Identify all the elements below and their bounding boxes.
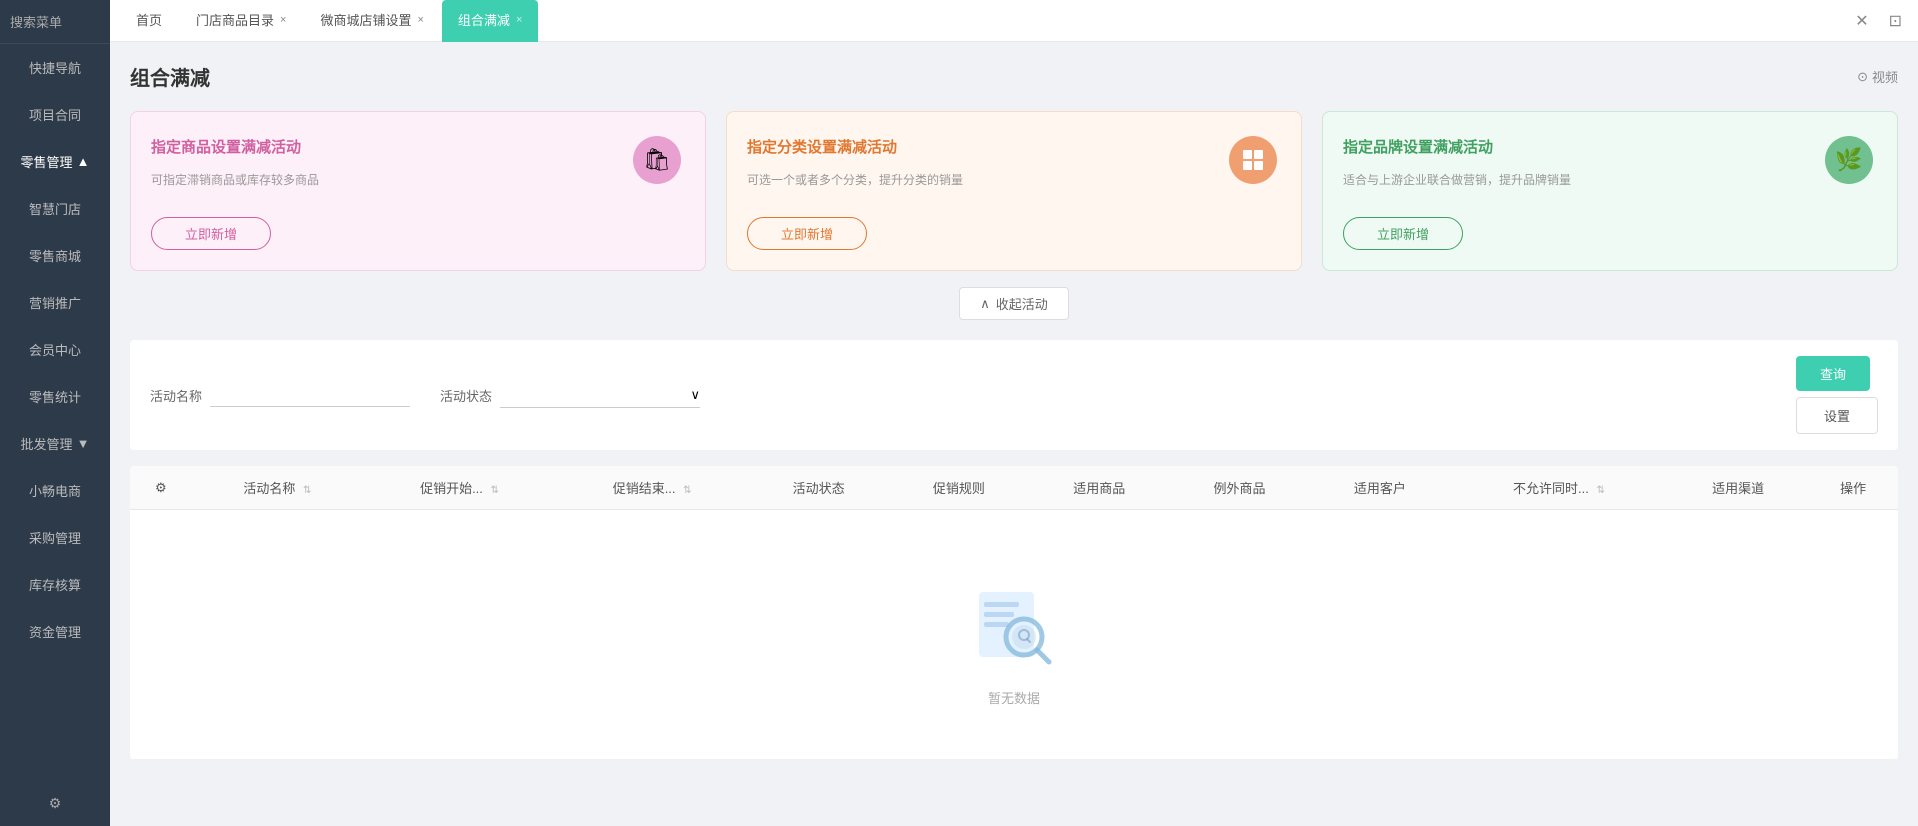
tab-actions: ✕ ⊡ — [1849, 9, 1908, 33]
tab-wechat-store-settings[interactable]: 微商城店铺设置 × — [304, 0, 439, 42]
empty-state: 暂无数据 — [140, 522, 1888, 747]
empty-state-image — [964, 582, 1064, 672]
filter-buttons: 查询 设置 — [1796, 356, 1878, 434]
tab-bar: 首页 门店商品目录 × 微商城店铺设置 × 组合满减 × ✕ ⊡ — [110, 0, 1918, 42]
promo-card-row: 🛍 指定商品设置满减活动 可指定滞销商品或库存较多商品 立即新增 指定分类设置满… — [130, 111, 1898, 271]
close-tab-wechat-store-settings[interactable]: × — [417, 14, 423, 26]
main-area: 首页 门店商品目录 × 微商城店铺设置 × 组合满减 × ✕ ⊡ 组合满减 ⊙ … — [110, 0, 1918, 826]
query-button[interactable]: 查询 — [1796, 356, 1870, 391]
category-card-icon — [1229, 136, 1277, 184]
sidebar-search[interactable]: 搜索菜单 — [0, 0, 110, 44]
product-promo-card: 🛍 指定商品设置满减活动 可指定滞销商品或库存较多商品 立即新增 — [130, 111, 706, 271]
page-title: 组合满减 — [130, 62, 210, 91]
gear-icon: ⚙ — [49, 795, 62, 811]
product-card-icon: 🛍 — [633, 136, 681, 184]
col-promo-rule: 促销规则 — [889, 466, 1029, 510]
col-promo-start[interactable]: 促销开始... ⇅ — [363, 466, 556, 510]
sidebar-item-inventory[interactable]: 库存核算 — [0, 561, 110, 608]
close-window-btn[interactable]: ✕ — [1849, 9, 1874, 33]
content-area: 组合满减 ⊙ 视频 🛍 指定商品设置满减活动 可指定滞销商品或库存较多商品 立即… — [110, 42, 1918, 826]
brand-card-icon: 🌿 — [1825, 136, 1873, 184]
table-header-row: ⚙ 活动名称 ⇅ 促销开始... ⇅ 促销结束... ⇅ — [130, 466, 1898, 510]
empty-text: 暂无数据 — [160, 688, 1868, 707]
brand-card-title: 指定品牌设置满减活动 — [1343, 136, 1877, 157]
table-body: 暂无数据 — [130, 510, 1898, 760]
sidebar-item-wholesale-mgmt[interactable]: 批发管理 ▼ — [0, 420, 110, 467]
maximize-btn[interactable]: ⊡ — [1883, 9, 1908, 33]
col-activity-status: 活动状态 — [748, 466, 888, 510]
sort-icon: ⇅ — [683, 485, 691, 496]
video-link[interactable]: ⊙ 视频 — [1857, 67, 1898, 86]
sidebar-item-finance[interactable]: 资金管理 — [0, 608, 110, 655]
sidebar-settings-btn[interactable]: ⚙ — [0, 781, 110, 826]
chevron-down-icon: ▼ — [77, 436, 90, 451]
brand-promo-card: 🌿 指定品牌设置满减活动 适合与上游企业联合做营销，提升品牌销量 立即新增 — [1322, 111, 1898, 271]
category-card-title: 指定分类设置满减活动 — [747, 136, 1281, 157]
gear-icon: ⚙ — [155, 480, 167, 495]
close-tab-product-catalog[interactable]: × — [280, 14, 286, 26]
chevron-up-icon: ▲ — [77, 154, 90, 169]
settings-button[interactable]: 设置 — [1796, 397, 1878, 434]
activity-name-label: 活动名称 — [150, 386, 202, 405]
brand-card-desc: 适合与上游企业联合做营销，提升品牌销量 — [1343, 171, 1877, 190]
collapse-activity-btn[interactable]: ∧ 收起活动 — [959, 287, 1069, 320]
sidebar-item-retail-mgmt[interactable]: 零售管理 ▲ — [0, 138, 110, 185]
sidebar-item-purchase-mgmt[interactable]: 采购管理 — [0, 514, 110, 561]
close-tab-combo-discount[interactable]: × — [516, 14, 522, 26]
chevron-down-icon: ∨ — [691, 387, 701, 403]
sort-icon: ⇅ — [491, 485, 499, 496]
sort-icon: ⇅ — [303, 485, 311, 496]
product-card-desc: 可指定滞销商品或库存较多商品 — [151, 171, 685, 190]
play-circle-icon: ⊙ — [1857, 69, 1868, 85]
sidebar-item-xiaochange[interactable]: 小畅电商 — [0, 467, 110, 514]
sidebar-item-retail-mall[interactable]: 零售商城 — [0, 232, 110, 279]
activity-name-input[interactable] — [210, 383, 410, 407]
filter-row: 活动名称 活动状态 ∨ 查询 设置 — [130, 340, 1898, 450]
col-activity-name[interactable]: 活动名称 ⇅ — [192, 466, 364, 510]
table-header: ⚙ 活动名称 ⇅ 促销开始... ⇅ 促销结束... ⇅ — [130, 466, 1898, 510]
col-applicable-goods: 适用商品 — [1029, 466, 1169, 510]
col-exception-goods: 例外商品 — [1169, 466, 1309, 510]
category-promo-card: 指定分类设置满减活动 可选一个或者多个分类，提升分类的销量 立即新增 — [726, 111, 1302, 271]
activity-status-filter: 活动状态 ∨ — [440, 383, 700, 408]
col-not-allow-concurrent[interactable]: 不允许同时... ⇅ — [1450, 466, 1668, 510]
col-operation: 操作 — [1808, 466, 1898, 510]
sidebar-item-member-center[interactable]: 会员中心 — [0, 326, 110, 373]
empty-state-cell: 暂无数据 — [130, 510, 1898, 760]
sidebar-item-marketing[interactable]: 营销推广 — [0, 279, 110, 326]
data-table-wrapper: ⚙ 活动名称 ⇅ 促销开始... ⇅ 促销结束... ⇅ — [130, 466, 1898, 760]
col-applicable-customer: 适用客户 — [1310, 466, 1450, 510]
col-applicable-channel: 适用渠道 — [1668, 466, 1808, 510]
category-card-desc: 可选一个或者多个分类，提升分类的销量 — [747, 171, 1281, 190]
sidebar: 搜索菜单 快捷导航 项目合同 零售管理 ▲ 智慧门店 零售商城 营销推广 会员中… — [0, 0, 110, 826]
collapse-bar: ∧ 收起活动 — [130, 287, 1898, 320]
tab-product-catalog[interactable]: 门店商品目录 × — [180, 0, 302, 42]
tab-combo-discount[interactable]: 组合满减 × — [442, 0, 538, 42]
data-table: ⚙ 活动名称 ⇅ 促销开始... ⇅ 促销结束... ⇅ — [130, 466, 1898, 760]
empty-state-row: 暂无数据 — [130, 510, 1898, 760]
tab-home[interactable]: 首页 — [120, 0, 178, 42]
brand-card-add-btn[interactable]: 立即新增 — [1343, 217, 1463, 250]
product-card-add-btn[interactable]: 立即新增 — [151, 217, 271, 250]
sidebar-item-retail-stats[interactable]: 零售统计 — [0, 373, 110, 420]
sort-icon: ⇅ — [1597, 485, 1605, 496]
activity-status-label: 活动状态 — [440, 386, 492, 405]
activity-name-filter: 活动名称 — [150, 383, 410, 407]
sidebar-item-quick-nav[interactable]: 快捷导航 — [0, 44, 110, 91]
page-header: 组合满减 ⊙ 视频 — [130, 62, 1898, 91]
category-card-add-btn[interactable]: 立即新增 — [747, 217, 867, 250]
sidebar-item-project-contract[interactable]: 项目合同 — [0, 91, 110, 138]
col-settings[interactable]: ⚙ — [130, 466, 192, 510]
product-card-title: 指定商品设置满减活动 — [151, 136, 685, 157]
activity-status-select[interactable]: ∨ — [500, 383, 700, 408]
sidebar-item-smart-store[interactable]: 智慧门店 — [0, 185, 110, 232]
chevron-up-icon: ∧ — [980, 296, 990, 312]
col-promo-end[interactable]: 促销结束... ⇅ — [556, 466, 749, 510]
